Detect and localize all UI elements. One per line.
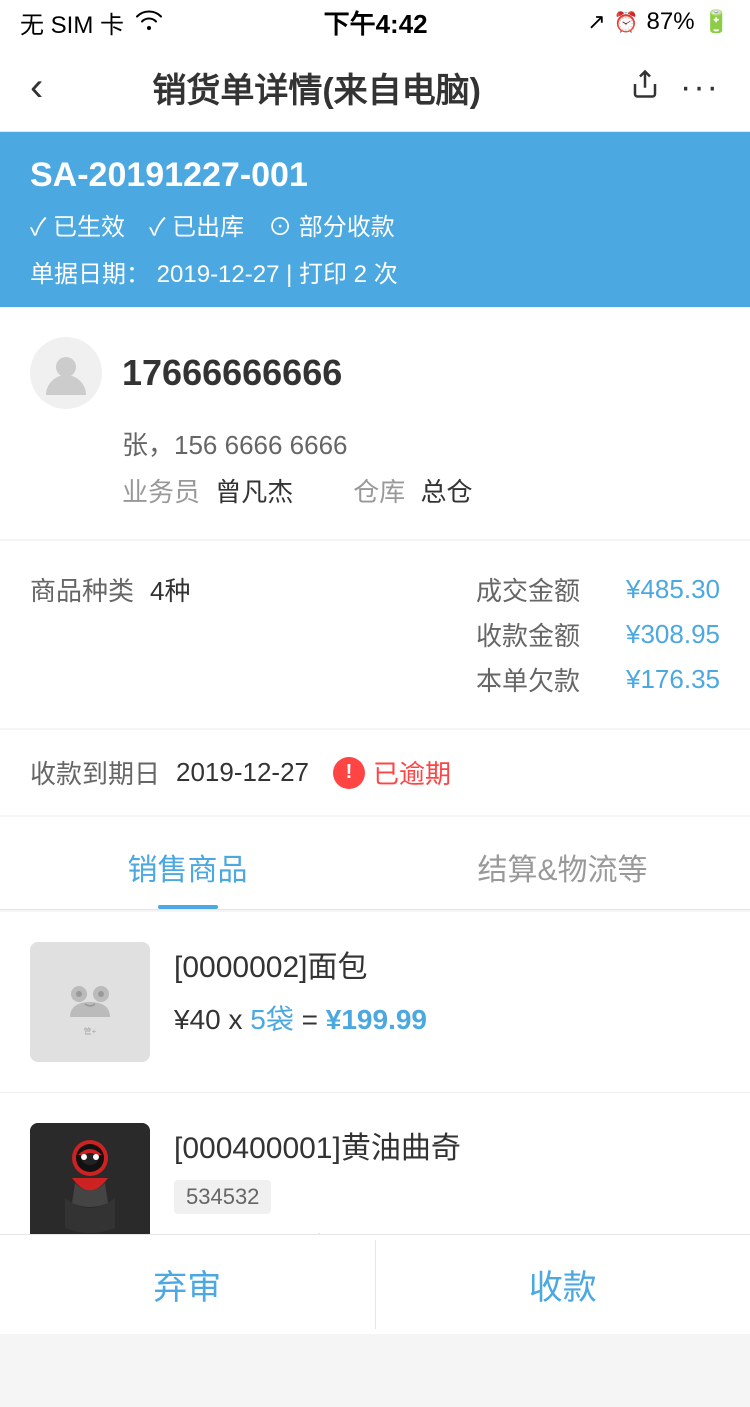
page-title: 销货单详情(来自电脑) — [3, 63, 630, 112]
nav-bar: ‹ 销货单详情(来自电脑) ··· — [0, 44, 750, 132]
customer-row: 17666666666 — [30, 337, 720, 409]
stats-received: 收款金额 ¥308.95 — [476, 616, 720, 653]
stats-owed: 本单欠款 ¥176.35 — [476, 661, 720, 698]
collect-payment-button[interactable]: 收款 — [376, 1240, 750, 1329]
product-unit-price-1: ¥40 — [174, 1004, 221, 1035]
product-sku-2: 534532 — [174, 1180, 271, 1214]
product-type-count: 4种 — [150, 571, 190, 608]
list-item: 管+ [0000002]面包 ¥40 x 5袋 = ¥199.99 — [0, 912, 750, 1093]
product-thumbnail-2: branded — [30, 1123, 150, 1243]
overdue-info: ! 已逾期 — [333, 754, 451, 791]
due-date: 2019-12-27 — [176, 757, 309, 788]
salesman-value: 曾凡杰 — [215, 477, 293, 507]
badge-partial-payment: ⊙ 部分收款 — [268, 207, 395, 242]
customer-detail: 张，156 6666 6666 — [122, 425, 720, 462]
alarm-icon: ⏰ — [614, 10, 639, 35]
tabs-row: 销售商品 结算&物流等 — [0, 817, 750, 910]
stats-product-types: 商品种类 4种 — [30, 571, 190, 608]
wifi-icon — [134, 8, 164, 37]
carrier-text: 无 SIM 卡 — [20, 5, 124, 40]
header-date: 单据日期： 2019-12-27 | 打印 2 次 — [30, 254, 720, 289]
tabs-section: 销售商品 结算&物流等 — [0, 817, 750, 910]
battery-text: 87% — [647, 8, 695, 36]
svg-text:管+: 管+ — [84, 1026, 97, 1036]
product-thumbnail-1: 管+ — [30, 942, 150, 1062]
stats-amount: 成交金额 ¥485.30 — [476, 571, 720, 608]
print-info: | 打印 2 次 — [286, 261, 398, 288]
bottom-bar: 弃审 收款 — [0, 1234, 750, 1334]
amount-label: 成交金额 — [476, 571, 580, 608]
tab-sales-products[interactable]: 销售商品 — [0, 817, 375, 909]
customer-section: 17666666666 张，156 6666 6666 业务员 曾凡杰 仓库 总… — [0, 307, 750, 539]
due-section: 收款到期日 2019-12-27 ! 已逾期 — [0, 730, 750, 815]
badge-effective: ✓ 已生效 — [30, 207, 125, 242]
product-info-1: [0000002]面包 ¥40 x 5袋 = ¥199.99 — [174, 942, 720, 1038]
stats-amounts: 成交金额 ¥485.30 收款金额 ¥308.95 本单欠款 ¥176.35 — [476, 571, 720, 698]
warehouse-value: 总仓 — [421, 477, 473, 507]
owed-label: 本单欠款 — [476, 661, 580, 698]
product-type-label: 商品种类 — [30, 571, 134, 608]
customer-phone: 17666666666 — [122, 352, 342, 394]
date-label: 单据日期： — [30, 261, 150, 288]
amount-value: ¥485.30 — [600, 574, 720, 605]
due-label: 收款到期日 — [30, 754, 160, 791]
salesman-label: 业务员 — [122, 477, 200, 507]
status-time: 下午4:42 — [324, 4, 428, 41]
share-icon[interactable] — [630, 69, 660, 107]
stats-row: 商品种类 4种 成交金额 ¥485.30 收款金额 ¥308.95 本单欠款 ¥… — [30, 571, 720, 698]
avatar — [30, 337, 102, 409]
salesman-info: 业务员 曾凡杰 — [122, 472, 293, 509]
received-value: ¥308.95 — [600, 619, 720, 650]
more-icon[interactable]: ··· — [680, 68, 720, 107]
header-badges: ✓ 已生效 ✓ 已出库 ⊙ 部分收款 — [30, 207, 720, 242]
status-carrier: 无 SIM 卡 — [20, 5, 164, 40]
status-bar: 无 SIM 卡 下午4:42 ↗ ⏰ 87% 🔋 — [0, 0, 750, 44]
order-date: 2019-12-27 — [157, 261, 280, 288]
product-equals-1: = — [302, 1004, 326, 1035]
received-label: 收款金额 — [476, 616, 580, 653]
product-qty-1: 5袋 — [250, 1004, 294, 1035]
product-multiply-1: x — [229, 1004, 251, 1035]
overdue-icon: ! — [333, 757, 365, 789]
tab-settlement[interactable]: 结算&物流等 — [375, 817, 750, 909]
product-image-placeholder-1: 管+ — [30, 942, 150, 1062]
product-total-1: ¥199.99 — [326, 1004, 427, 1035]
cancel-review-button[interactable]: 弃审 — [0, 1240, 376, 1329]
warehouse-info: 仓库 总仓 — [353, 472, 472, 509]
product-name-1: [0000002]面包 — [174, 942, 720, 986]
stats-section: 商品种类 4种 成交金额 ¥485.30 收款金额 ¥308.95 本单欠款 ¥… — [0, 541, 750, 728]
product-price-1: ¥40 x 5袋 = ¥199.99 — [174, 998, 720, 1038]
product-name-2: [000400001]黄油曲奇 — [174, 1123, 720, 1167]
order-id: SA-20191227-001 — [30, 156, 720, 195]
battery-icon: 🔋 — [703, 9, 730, 35]
customer-meta: 业务员 曾凡杰 仓库 总仓 — [122, 472, 720, 509]
overdue-text: 已逾期 — [373, 754, 451, 791]
status-right: ↗ ⏰ 87% 🔋 — [587, 8, 730, 36]
header-banner: SA-20191227-001 ✓ 已生效 ✓ 已出库 ⊙ 部分收款 单据日期：… — [0, 132, 750, 307]
warehouse-label: 仓库 — [353, 477, 405, 507]
owed-value: ¥176.35 — [600, 664, 720, 695]
location-icon: ↗ — [587, 9, 605, 35]
badge-shipped: ✓ 已出库 — [149, 207, 244, 242]
nav-actions: ··· — [630, 68, 720, 107]
